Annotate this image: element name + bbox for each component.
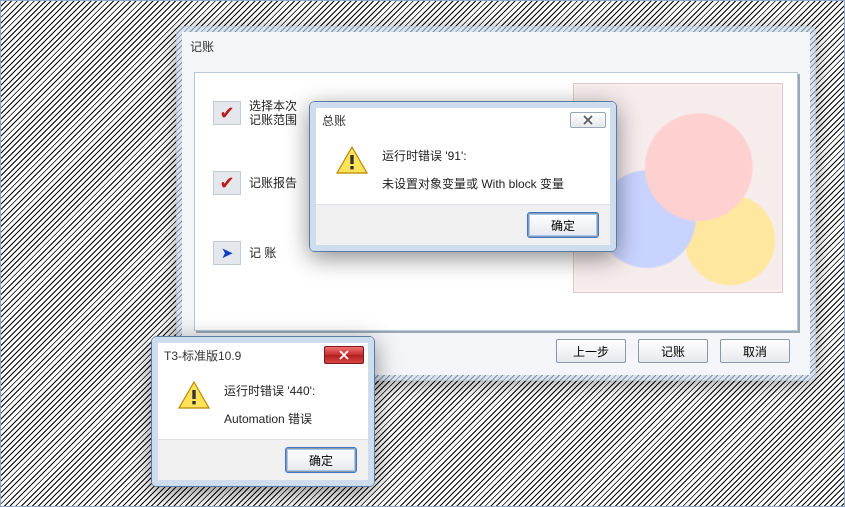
dialog-titlebar: 总账 — [316, 108, 610, 132]
checkmark-icon: ✔ — [213, 171, 241, 195]
dialog-message: 运行时错误 '91': 未设置对象变量或 With block 变量 — [382, 146, 564, 194]
wizard-buttons: 上一步 记账 取消 — [556, 339, 790, 363]
error-line2: 未设置对象变量或 With block 变量 — [382, 174, 564, 194]
error-line1: 运行时错误 '440': — [224, 381, 315, 401]
window-titlebar: 记账 — [182, 32, 810, 58]
dialog-title: T3-标准版10.9 — [164, 347, 241, 364]
close-icon[interactable] — [570, 112, 606, 128]
checkmark-icon: ✔ — [213, 101, 241, 125]
warning-icon — [336, 146, 368, 174]
step-label: 记账报告 — [249, 176, 297, 190]
dialog-titlebar: T3-标准版10.9 — [158, 343, 368, 367]
warning-icon — [178, 381, 210, 409]
dialog-runtime-error-91: 总账 运行时错误 '91': 未设置对象变量或 With block 变量 — [309, 101, 617, 252]
ok-button[interactable]: 确定 — [528, 213, 598, 237]
run-icon: ➤ — [213, 241, 241, 265]
post-button[interactable]: 记账 — [638, 339, 708, 363]
error-line2: Automation 错误 — [224, 409, 315, 429]
cancel-button[interactable]: 取消 — [720, 339, 790, 363]
ok-button[interactable]: 确定 — [286, 448, 356, 472]
dialog-runtime-error-440: T3-标准版10.9 运行时错误 '440': Automation 错误 — [151, 336, 375, 487]
step-label: 记 账 — [249, 246, 276, 260]
prev-button[interactable]: 上一步 — [556, 339, 626, 363]
window-title: 记账 — [190, 38, 214, 55]
dialog-title: 总账 — [322, 112, 346, 129]
step-label: 选择本次 记账范围 — [249, 99, 297, 127]
error-line1: 运行时错误 '91': — [382, 146, 564, 166]
dialog-message: 运行时错误 '440': Automation 错误 — [224, 381, 315, 429]
close-icon[interactable] — [324, 346, 364, 364]
